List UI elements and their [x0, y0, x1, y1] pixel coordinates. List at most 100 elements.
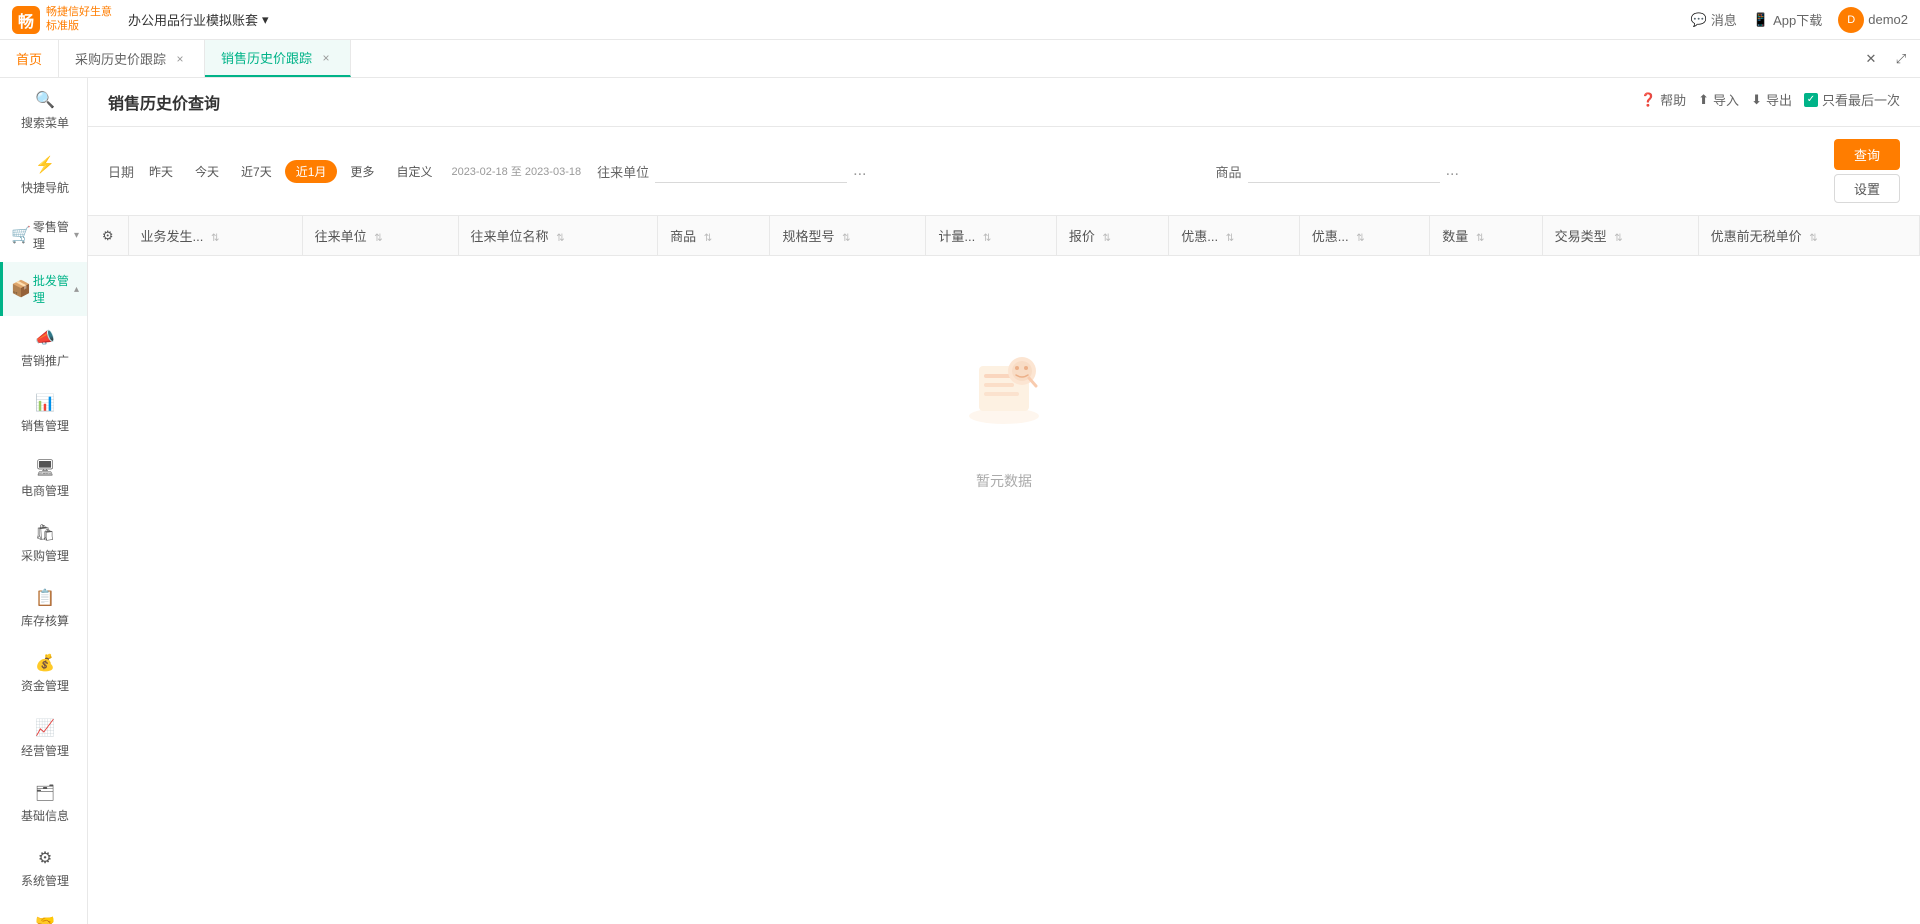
sidebar-item-finance[interactable]: 💰 资金管理 [0, 641, 87, 706]
page-actions: ❓ 帮助 ⬆ 导入 ⬇ 导出 ✓ 只看最后一次 [1640, 90, 1900, 109]
col-biz-date[interactable]: 业务发生... ⇅ [128, 216, 302, 256]
col-discount2[interactable]: 优惠... ⇅ [1299, 216, 1430, 256]
export-icon: ⬇ [1751, 92, 1762, 108]
goods-label: 商品 [1216, 162, 1242, 181]
tab-home[interactable]: 首页 [0, 40, 59, 77]
checkbox-icon: ✓ [1804, 93, 1818, 107]
date-btn-more[interactable]: 更多 [341, 160, 383, 183]
goods-input[interactable] [1248, 159, 1440, 183]
tab-sales-history[interactable]: 销售历史价跟踪 × [205, 40, 351, 77]
sidebar-item-inventory[interactable]: 📋 库存核算 [0, 576, 87, 641]
date-btn-custom[interactable]: 自定义 [387, 160, 441, 183]
chevron-down-icon: ▾ [74, 230, 79, 241]
sidebar-item-basic[interactable]: 🗂 基础信息 [0, 771, 87, 836]
col-trade-type[interactable]: 交易类型 ⇅ [1542, 216, 1698, 256]
tab-sales-close-icon[interactable]: × [318, 50, 334, 66]
import-btn[interactable]: ⬆ 导入 [1698, 90, 1739, 109]
sort-icon: ⇅ [842, 233, 850, 244]
filter-buttons: 查询 设置 [1834, 139, 1900, 203]
enterprise-icon: 🤝 [35, 913, 55, 924]
sort-icon: ⇅ [211, 233, 219, 244]
only-last-checkbox[interactable]: ✓ 只看最后一次 [1804, 90, 1900, 109]
import-icon: ⬆ [1698, 92, 1709, 108]
logo-area: 畅 畅捷信好生意 标准版 [12, 6, 112, 34]
topbar-right: 💬 消息 📱 App下载 D demo2 [1691, 7, 1908, 33]
sidebar-item-marketing[interactable]: 📣 营销推广 [0, 316, 87, 381]
app-download-btn[interactable]: 📱 App下载 [1753, 10, 1822, 29]
date-range-display: 2023-02-18 至 2023-03-18 [451, 163, 581, 179]
sidebar-item-shortcut[interactable]: ⚡ 快捷导航 [0, 143, 87, 208]
date-buttons: 昨天 今天 近7天 近1月 更多 自定义 [140, 160, 441, 183]
ecommerce-icon: 🖥 [35, 458, 55, 478]
col-spec[interactable]: 规格型号 ⇅ [770, 216, 926, 256]
basic-icon: 🗂 [35, 783, 55, 803]
chevron-down-icon: ▾ [262, 12, 269, 28]
content-area: 销售历史价查询 ❓ 帮助 ⬆ 导入 ⬇ 导出 ✓ [88, 78, 1920, 924]
help-icon: ❓ [1640, 92, 1656, 108]
sidebar-item-purchase[interactable]: 🛍 采购管理 [0, 511, 87, 576]
partner-input[interactable] [655, 159, 847, 183]
logo-icon: 畅 [12, 6, 40, 34]
sidebar-item-business[interactable]: 📈 经营管理 [0, 706, 87, 771]
date-btn-last1m[interactable]: 近1月 [285, 160, 338, 183]
finance-icon: 💰 [35, 653, 55, 673]
sidebar-item-system[interactable]: ⚙ 系统管理 [0, 836, 87, 901]
main-layout: 🔍 搜索菜单 ⚡ 快捷导航 🛒 零售管理 ▾ 📦 批发管理 ▴ 📣 营销推广 📊… [0, 78, 1920, 924]
retail-icon: 🛒 [11, 225, 31, 245]
table-container: ⚙ 业务发生... ⇅ 往来单位 ⇅ 往来单位名称 [88, 216, 1920, 924]
query-button[interactable]: 查询 [1834, 139, 1900, 170]
export-btn[interactable]: ⬇ 导出 [1751, 90, 1792, 109]
sidebar-item-wholesale[interactable]: 📦 批发管理 ▴ [0, 262, 87, 316]
date-btn-today[interactable]: 今天 [186, 160, 228, 183]
tab-purchase-history[interactable]: 采购历史价跟踪 × [59, 40, 205, 77]
col-pretax-price[interactable]: 优惠前无税单价 ⇅ [1698, 216, 1919, 256]
col-unit[interactable]: 计量... ⇅ [926, 216, 1057, 256]
sidebar-item-ecommerce[interactable]: 🖥 电商管理 [0, 446, 87, 511]
col-discount1[interactable]: 优惠... ⇅ [1169, 216, 1300, 256]
col-gear[interactable]: ⚙ [88, 216, 128, 256]
col-quantity[interactable]: 数量 ⇅ [1430, 216, 1542, 256]
wholesale-icon: 📦 [11, 279, 31, 299]
message-btn[interactable]: 💬 消息 [1691, 10, 1737, 29]
col-partner-name[interactable]: 往来单位名称 ⇅ [458, 216, 658, 256]
date-btn-last7[interactable]: 近7天 [232, 160, 281, 183]
sidebar-item-search[interactable]: 🔍 搜索菜单 [0, 78, 87, 143]
filter-bar: 日期 昨天 今天 近7天 近1月 更多 自定义 2023-02-18 至 202… [88, 127, 1920, 216]
date-btn-yesterday[interactable]: 昨天 [140, 160, 182, 183]
empty-state: 暂元数据 [88, 256, 1920, 571]
partner-picker-icon[interactable]: ... [853, 162, 866, 180]
partner-label: 往来单位 [597, 162, 649, 181]
company-selector[interactable]: 办公用品行业模拟账套 ▾ [120, 6, 277, 33]
sidebar: 🔍 搜索菜单 ⚡ 快捷导航 🛒 零售管理 ▾ 📦 批发管理 ▴ 📣 营销推广 📊… [0, 78, 88, 924]
page-header: 销售历史价查询 ❓ 帮助 ⬆ 导入 ⬇ 导出 ✓ [88, 78, 1920, 127]
message-icon: 💬 [1691, 12, 1707, 28]
help-btn[interactable]: ❓ 帮助 [1640, 90, 1686, 109]
user-menu[interactable]: D demo2 [1838, 7, 1908, 33]
purchase-icon: 🛍 [35, 523, 55, 543]
sidebar-item-enterprise[interactable]: 🤝 企业协同 [0, 901, 87, 924]
settings-button[interactable]: 设置 [1834, 174, 1900, 203]
tabbar-actions: ✕ ⤢ [1852, 40, 1920, 77]
partner-filter-group: 往来单位 ... [597, 159, 1199, 183]
avatar: D [1838, 7, 1864, 33]
sidebar-item-retail[interactable]: 🛒 零售管理 ▾ [0, 208, 87, 262]
goods-picker-icon[interactable]: ... [1446, 162, 1459, 180]
sort-icon: ⇅ [556, 233, 564, 244]
col-partner-code[interactable]: 往来单位 ⇅ [302, 216, 458, 256]
tab-maximize-btn[interactable]: ⤢ [1890, 48, 1912, 70]
business-icon: 📈 [35, 718, 55, 738]
chevron-up-icon: ▴ [74, 284, 79, 295]
col-price[interactable]: 报价 ⇅ [1056, 216, 1168, 256]
sort-icon: ⇅ [1103, 233, 1111, 244]
sidebar-item-sales[interactable]: 📊 销售管理 [0, 381, 87, 446]
sort-icon: ⇅ [1356, 233, 1364, 244]
sort-icon: ⇅ [1476, 233, 1484, 244]
col-goods[interactable]: 商品 ⇅ [658, 216, 770, 256]
tab-close-btn[interactable]: ✕ [1860, 48, 1882, 70]
table-header-row: ⚙ 业务发生... ⇅ 往来单位 ⇅ 往来单位名称 [88, 216, 1920, 256]
tab-purchase-close-icon[interactable]: × [172, 51, 188, 67]
sort-icon: ⇅ [1614, 233, 1622, 244]
empty-text: 暂元数据 [976, 471, 1032, 491]
gear-icon: ⚙ [102, 228, 114, 244]
phone-icon: 📱 [1753, 12, 1769, 28]
